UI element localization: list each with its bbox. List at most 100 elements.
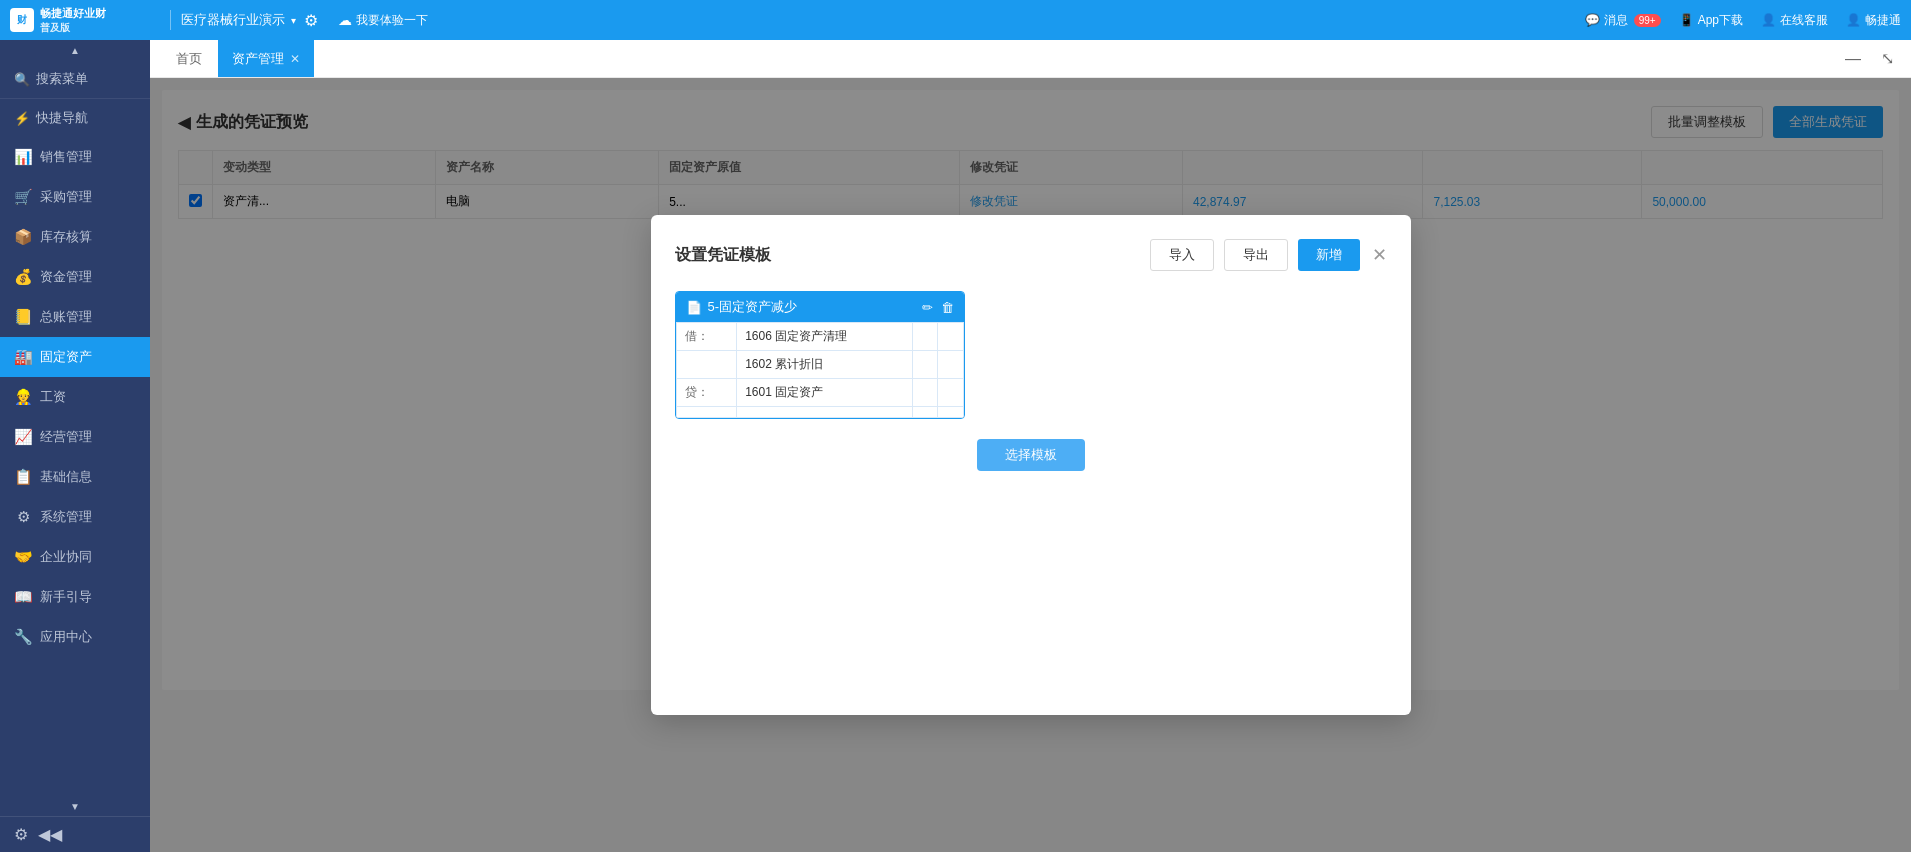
message-icon: 💬 [1585, 13, 1600, 27]
sidebar-scroll-down[interactable]: ▼ [0, 796, 150, 816]
sidebar-item-system[interactable]: ⚙ 系统管理 [0, 497, 150, 537]
funds-icon: 💰 [14, 268, 32, 286]
message-item[interactable]: 💬 消息 99+ [1585, 12, 1661, 29]
sidebar-item-purchase[interactable]: 🛒 采购管理 [0, 177, 150, 217]
template-account-3: 1601 固定资产 [737, 379, 913, 407]
company-dropdown-icon: ▾ [291, 15, 296, 26]
tab-minimize-button[interactable]: — [1839, 45, 1867, 73]
tab-close-icon[interactable]: ✕ [290, 52, 300, 66]
template-account-4 [737, 407, 913, 418]
template-side-4 [676, 407, 737, 418]
modal-overlay: 设置凭证模板 导入 导出 新增 ✕ [150, 78, 1911, 852]
template-side-1: 借： [676, 323, 737, 351]
system-label: 系统管理 [40, 508, 92, 526]
sidebar-item-guide[interactable]: 📖 新手引导 [0, 577, 150, 617]
user-label: 畅捷通 [1865, 12, 1901, 29]
service-icon: 👤 [1761, 13, 1776, 27]
user-item[interactable]: 👤 畅捷通 [1846, 12, 1901, 29]
company-name: 医疗器械行业演示 [181, 11, 285, 29]
system-icon: ⚙ [14, 508, 32, 526]
sidebar-item-funds[interactable]: 💰 资金管理 [0, 257, 150, 297]
topbar-experience[interactable]: ☁ 我要体验一下 [338, 12, 428, 29]
modal-header: 设置凭证模板 导入 导出 新增 ✕ [675, 239, 1387, 271]
fixed-assets-label: 固定资产 [40, 348, 92, 366]
sidebar-item-basic-info[interactable]: 📋 基础信息 [0, 457, 150, 497]
sidebar-item-enterprise[interactable]: 🤝 企业协同 [0, 537, 150, 577]
modal: 设置凭证模板 导入 导出 新增 ✕ [651, 215, 1411, 715]
enterprise-label: 企业协同 [40, 548, 92, 566]
ledger-icon: 📒 [14, 308, 32, 326]
user-icon: 👤 [1846, 13, 1861, 27]
tab-maximize-button[interactable]: ⤡ [1873, 45, 1901, 73]
settings-bottom-icon[interactable]: ⚙ [14, 825, 28, 844]
inventory-label: 库存核算 [40, 228, 92, 246]
template-col3-3 [913, 379, 938, 407]
template-name: 5-固定资产减少 [708, 298, 798, 316]
sidebar-item-payroll[interactable]: 👷 工资 [0, 377, 150, 417]
template-side-2 [676, 351, 737, 379]
guide-icon: 📖 [14, 588, 32, 606]
page-content: ◀ 生成的凭证预览 批量调整模板 全部生成凭证 变动类型 资产名称 [150, 78, 1911, 852]
logo-sub: 普及版 [40, 21, 106, 34]
export-button[interactable]: 导出 [1224, 239, 1288, 271]
customer-service-item[interactable]: 👤 在线客服 [1761, 12, 1828, 29]
topbar: 财 畅捷通好业财 普及版 医疗器械行业演示 ▾ ⚙ ☁ 我要体验一下 💬 消息 … [0, 0, 1911, 40]
sidebar-item-sales[interactable]: 📊 销售管理 [0, 137, 150, 177]
sidebar-search[interactable]: 🔍 搜索菜单 [0, 60, 150, 99]
modal-close-icon[interactable]: ✕ [1372, 244, 1387, 266]
purchase-label: 采购管理 [40, 188, 92, 206]
template-account-2: 1602 累计折旧 [737, 351, 913, 379]
modal-title: 设置凭证模板 [675, 245, 771, 266]
sidebar-nav: 📊 销售管理 🛒 采购管理 📦 库存核算 💰 资金管理 📒 总账管理 🏭 [0, 137, 150, 796]
content-area: 首页 资产管理 ✕ — ⤡ ◀ 生成的凭证预览 [150, 40, 1911, 852]
quicknav-icon: ⚡ [14, 111, 30, 126]
template-col3-4 [913, 407, 938, 418]
tab-asset-management[interactable]: 资产管理 ✕ [218, 40, 314, 77]
template-col4-3 [938, 379, 963, 407]
sales-icon: 📊 [14, 148, 32, 166]
template-col4-2 [938, 351, 963, 379]
app-center-label: 应用中心 [40, 628, 92, 646]
template-row-3: 贷： 1601 固定资产 [676, 379, 963, 407]
logo-name: 畅捷通好业财 [40, 6, 106, 20]
quicknav-label: 快捷导航 [36, 109, 88, 127]
import-button[interactable]: 导入 [1150, 239, 1214, 271]
template-delete-icon[interactable]: 🗑 [941, 300, 954, 315]
basic-info-label: 基础信息 [40, 468, 92, 486]
sidebar-quicknav[interactable]: ⚡ 快捷导航 [0, 99, 150, 137]
collapse-sidebar-icon[interactable]: ◀◀ [38, 825, 62, 844]
basic-info-icon: 📋 [14, 468, 32, 486]
template-row-1: 借： 1606 固定资产清理 [676, 323, 963, 351]
tab-bar-right: — ⤡ [1839, 45, 1911, 73]
template-card: 📄 5-固定资产减少 ✏ 🗑 借： [675, 291, 965, 419]
sidebar-item-operations[interactable]: 📈 经营管理 [0, 417, 150, 457]
app-label: App下载 [1698, 12, 1743, 29]
ledger-label: 总账管理 [40, 308, 92, 326]
payroll-icon: 👷 [14, 388, 32, 406]
guide-label: 新手引导 [40, 588, 92, 606]
funds-label: 资金管理 [40, 268, 92, 286]
template-col4-4 [938, 407, 963, 418]
sidebar-scroll-up[interactable]: ▲ [0, 40, 150, 60]
new-button[interactable]: 新增 [1298, 239, 1360, 271]
sidebar-item-inventory[interactable]: 📦 库存核算 [0, 217, 150, 257]
sidebar-item-fixed-assets[interactable]: 🏭 固定资产 [0, 337, 150, 377]
logo-icon: 财 [10, 8, 34, 32]
tab-home[interactable]: 首页 [160, 40, 218, 77]
app-icon: 📱 [1679, 13, 1694, 27]
sidebar-item-app-center[interactable]: 🔧 应用中心 [0, 617, 150, 657]
template-col3-2 [913, 351, 938, 379]
template-table: 借： 1606 固定资产清理 1602 累计折旧 [676, 322, 964, 418]
app-center-icon: 🔧 [14, 628, 32, 646]
template-edit-icon[interactable]: ✏ [922, 300, 933, 315]
tab-home-label: 首页 [176, 50, 202, 68]
sidebar-item-ledger[interactable]: 📒 总账管理 [0, 297, 150, 337]
app-download-item[interactable]: 📱 App下载 [1679, 12, 1743, 29]
select-template-button[interactable]: 选择模板 [977, 439, 1085, 471]
template-card-header-icons: ✏ 🗑 [922, 300, 954, 315]
sidebar: ▲ 🔍 搜索菜单 ⚡ 快捷导航 📊 销售管理 🛒 采购管理 📦 库存核算 💰 [0, 40, 150, 852]
template-account-1: 1606 固定资产清理 [737, 323, 913, 351]
template-card-header: 📄 5-固定资产减少 ✏ 🗑 [676, 292, 964, 322]
topbar-company[interactable]: 医疗器械行业演示 ▾ [181, 11, 296, 29]
topbar-gear-icon[interactable]: ⚙ [304, 11, 318, 30]
